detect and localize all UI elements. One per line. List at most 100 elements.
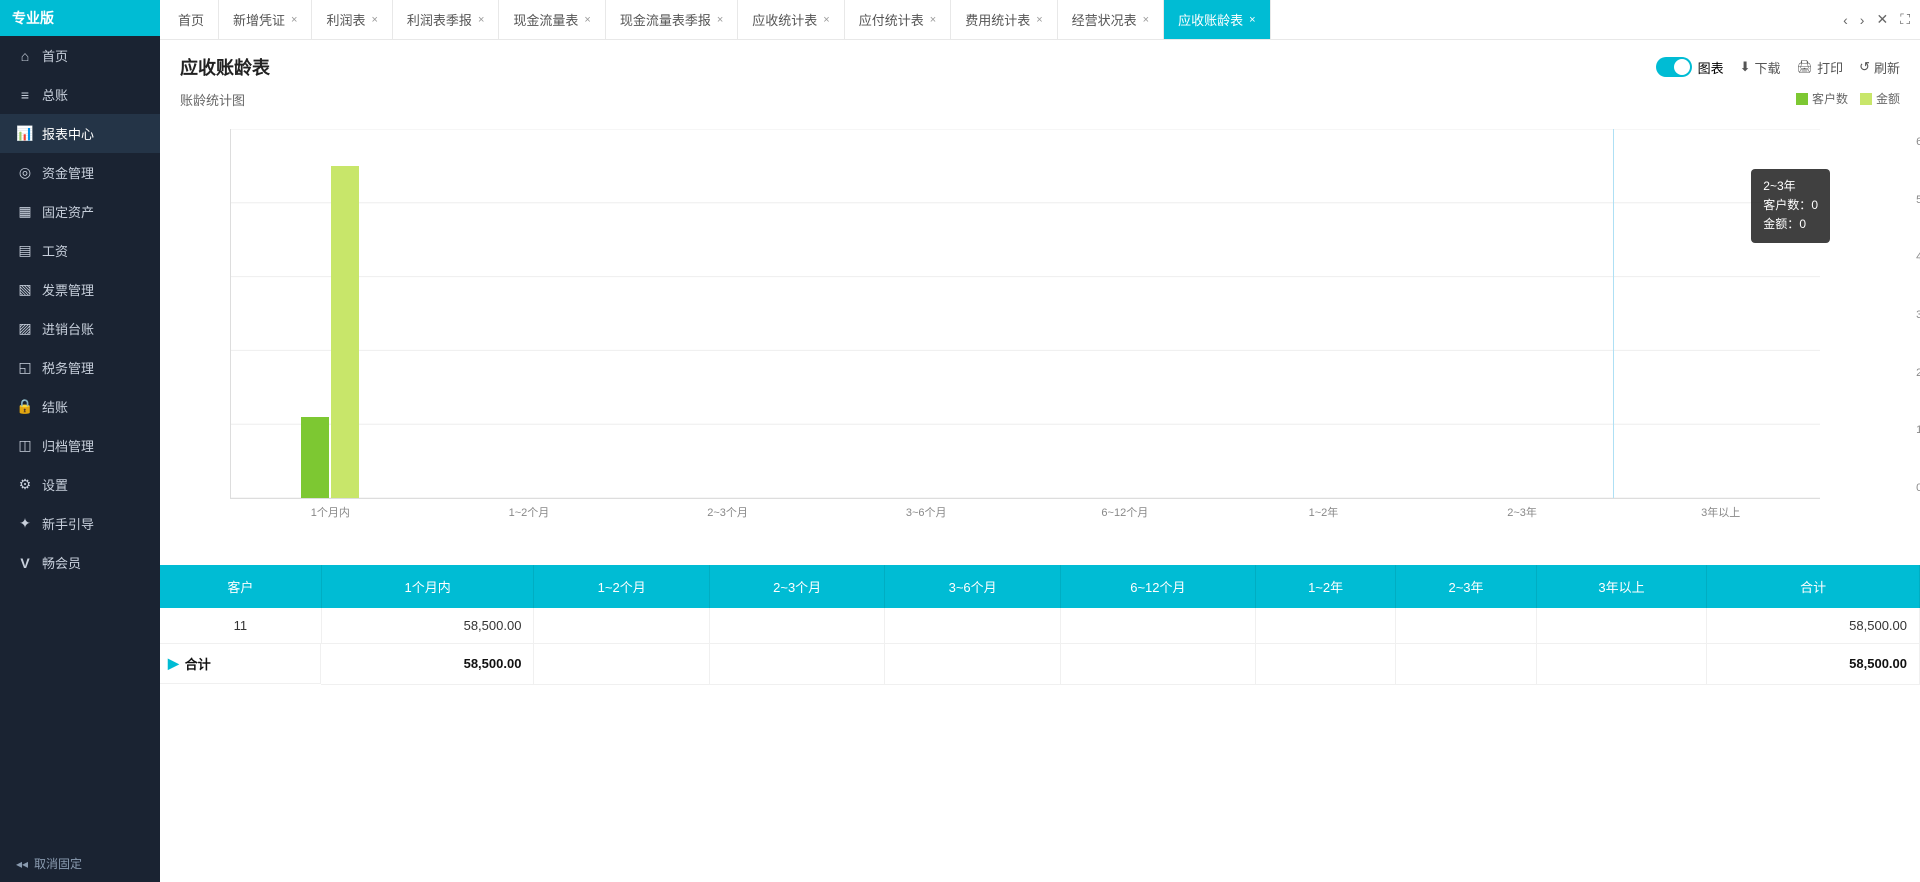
- bar-m1-light: [331, 166, 359, 498]
- col-header-m23: 2~3个月: [709, 565, 884, 608]
- tab-biz[interactable]: 经营状况表 ×: [1058, 0, 1164, 40]
- tab-nav-controls: ‹ › ✕ ⛶: [1837, 0, 1916, 40]
- tab-ar-stat-close[interactable]: ×: [823, 14, 829, 26]
- tab-cashflow-q-close[interactable]: ×: [717, 14, 723, 26]
- total-m36: [885, 644, 1060, 685]
- cell-m12: [534, 608, 709, 644]
- tab-voucher[interactable]: 新增凭证 ×: [219, 0, 312, 40]
- print-button[interactable]: 🖨 打印: [1797, 58, 1844, 77]
- y-axis-right: 60,000.00元 50,000.00元 40,000.00元 30,000.…: [1912, 129, 1920, 499]
- tab-profit-q-close[interactable]: ×: [478, 14, 484, 26]
- tab-bar: 首页 新增凭证 × 利润表 × 利润表季报 × 现金流量表 × 现金流量表季报 …: [160, 0, 1920, 40]
- sidebar-item-guide[interactable]: ✦ 新手引导: [0, 504, 160, 543]
- member-icon: V: [16, 555, 34, 571]
- total-label: ▶ 合计: [160, 644, 321, 684]
- sidebar-item-tax[interactable]: ◱ 税务管理: [0, 348, 160, 387]
- sidebar-item-ledger[interactable]: ≡ 总账: [0, 75, 160, 114]
- x-label-m12: 1~2个月: [430, 504, 629, 520]
- tab-close-all-button[interactable]: ✕: [1870, 0, 1894, 40]
- legend-customer-label: 客户数: [1812, 90, 1848, 107]
- sidebar-item-purchase[interactable]: ▨ 进销台账: [0, 309, 160, 348]
- sidebar-item-member[interactable]: V 畅会员: [0, 543, 160, 582]
- legend-amount: 金额: [1860, 90, 1900, 107]
- guide-icon: ✦: [16, 515, 34, 532]
- legend-amount-label: 金额: [1876, 90, 1900, 107]
- refresh-icon: ↺: [1859, 59, 1870, 75]
- col-header-m12: 1~2个月: [534, 565, 709, 608]
- download-button[interactable]: ⬇ 下载: [1740, 58, 1781, 77]
- tab-ar-age-close[interactable]: ×: [1249, 14, 1255, 26]
- ledger-icon: ≡: [16, 87, 34, 103]
- legend-amount-dot: [1860, 93, 1872, 105]
- x-label-m23: 2~3个月: [628, 504, 827, 520]
- col-header-y3p: 3年以上: [1536, 565, 1707, 608]
- bar-group-m36: [827, 129, 1026, 498]
- total-y12: [1255, 644, 1395, 685]
- bar-group-y23: [1423, 129, 1622, 498]
- col-header-m36: 3~6个月: [885, 565, 1060, 608]
- cell-m612: [1060, 608, 1255, 644]
- cell-y3p: [1536, 608, 1707, 644]
- legend-customer-dot: [1796, 93, 1808, 105]
- tab-profit-close[interactable]: ×: [371, 14, 377, 26]
- sidebar-item-report[interactable]: 📊 报表中心: [0, 114, 160, 153]
- bar-group-m612: [1026, 129, 1225, 498]
- tab-expense[interactable]: 费用统计表 ×: [951, 0, 1057, 40]
- col-header-y12: 1~2年: [1255, 565, 1395, 608]
- tab-maximize-button[interactable]: ⛶: [1894, 0, 1916, 40]
- tab-prev-button[interactable]: ‹: [1837, 0, 1854, 40]
- tab-ar-stat[interactable]: 应收统计表 ×: [738, 0, 844, 40]
- sidebar-item-archive[interactable]: ◫ 归档管理: [0, 426, 160, 465]
- tab-cashflow[interactable]: 现金流量表 ×: [499, 0, 605, 40]
- sidebar-item-asset[interactable]: ▦ 固定资产: [0, 192, 160, 231]
- tab-profit-q[interactable]: 利润表季报 ×: [393, 0, 499, 40]
- chart-toggle-wrap: 图表: [1656, 57, 1724, 77]
- tab-voucher-close[interactable]: ×: [291, 14, 297, 26]
- col-header-y23: 2~3年: [1396, 565, 1536, 608]
- tab-next-button[interactable]: ›: [1854, 0, 1871, 40]
- sidebar-item-salary[interactable]: ▤ 工资: [0, 231, 160, 270]
- unpin-button[interactable]: ◂◂ 取消固定: [0, 845, 160, 882]
- table-header-row: 客户 1个月内 1~2个月 2~3个月 3~6个月 6~12个月 1~2年 2~…: [160, 565, 1920, 608]
- tab-ap-stat[interactable]: 应付统计表 ×: [845, 0, 951, 40]
- chart-toggle[interactable]: [1656, 57, 1692, 77]
- refresh-button[interactable]: ↺ 刷新: [1859, 58, 1900, 77]
- data-table: 客户 1个月内 1~2个月 2~3个月 3~6个月 6~12个月 1~2年 2~…: [160, 565, 1920, 685]
- x-label-m1: 1个月内: [231, 504, 430, 520]
- page-content: 应收账龄表 图表 ⬇ 下载 🖨 打印 ↺ 刷新: [160, 40, 1920, 882]
- sidebar-item-fund[interactable]: ◎ 资金管理: [0, 153, 160, 192]
- tab-biz-close[interactable]: ×: [1143, 14, 1149, 26]
- total-m23: [709, 644, 884, 685]
- tab-cashflow-q[interactable]: 现金流量表季报 ×: [606, 0, 738, 40]
- legend-customer: 客户数: [1796, 90, 1848, 107]
- chart-area: 2~3年 客户数：0 金额：0 1个月内 1~2个月 2~3个月 3~6个月 6…: [230, 129, 1820, 499]
- table-section: 客户 1个月内 1~2个月 2~3个月 3~6个月 6~12个月 1~2年 2~…: [160, 565, 1920, 705]
- tab-cashflow-close[interactable]: ×: [584, 14, 590, 26]
- bar-m1-green: [301, 417, 329, 498]
- tab-expense-close[interactable]: ×: [1036, 14, 1042, 26]
- tab-ar-age[interactable]: 应收账龄表 ×: [1164, 0, 1270, 40]
- tab-profit[interactable]: 利润表 ×: [312, 0, 392, 40]
- report-icon: 📊: [16, 125, 34, 142]
- total-icon: ▶: [168, 655, 179, 672]
- total-m612: [1060, 644, 1255, 685]
- x-axis: 1个月内 1~2个月 2~3个月 3~6个月 6~12个月 1~2年 2~3年 …: [231, 504, 1820, 520]
- sidebar-item-home[interactable]: ⌂ 首页: [0, 36, 160, 75]
- tab-home[interactable]: 首页: [164, 0, 219, 40]
- page-header: 应收账龄表 图表 ⬇ 下载 🖨 打印 ↺ 刷新: [160, 40, 1920, 90]
- cell-total: 58,500.00: [1707, 608, 1920, 644]
- chart-title: 账龄统计图: [180, 90, 1900, 109]
- pin-icon: ◂◂: [16, 857, 28, 871]
- tab-ap-stat-close[interactable]: ×: [930, 14, 936, 26]
- sidebar-item-settings[interactable]: ⚙ 设置: [0, 465, 160, 504]
- cell-y23: [1396, 608, 1536, 644]
- home-icon: ⌂: [16, 48, 34, 64]
- col-header-customer: 客户: [160, 565, 321, 608]
- cell-m23: [709, 608, 884, 644]
- bar-group-y3p: [1621, 129, 1820, 498]
- col-header-m1: 1个月内: [321, 565, 534, 608]
- sidebar-item-invoice[interactable]: ▧ 发票管理: [0, 270, 160, 309]
- total-total: 58,500.00: [1707, 644, 1920, 685]
- sidebar-item-close[interactable]: 🔒 结账: [0, 387, 160, 426]
- col-header-total: 合计: [1707, 565, 1920, 608]
